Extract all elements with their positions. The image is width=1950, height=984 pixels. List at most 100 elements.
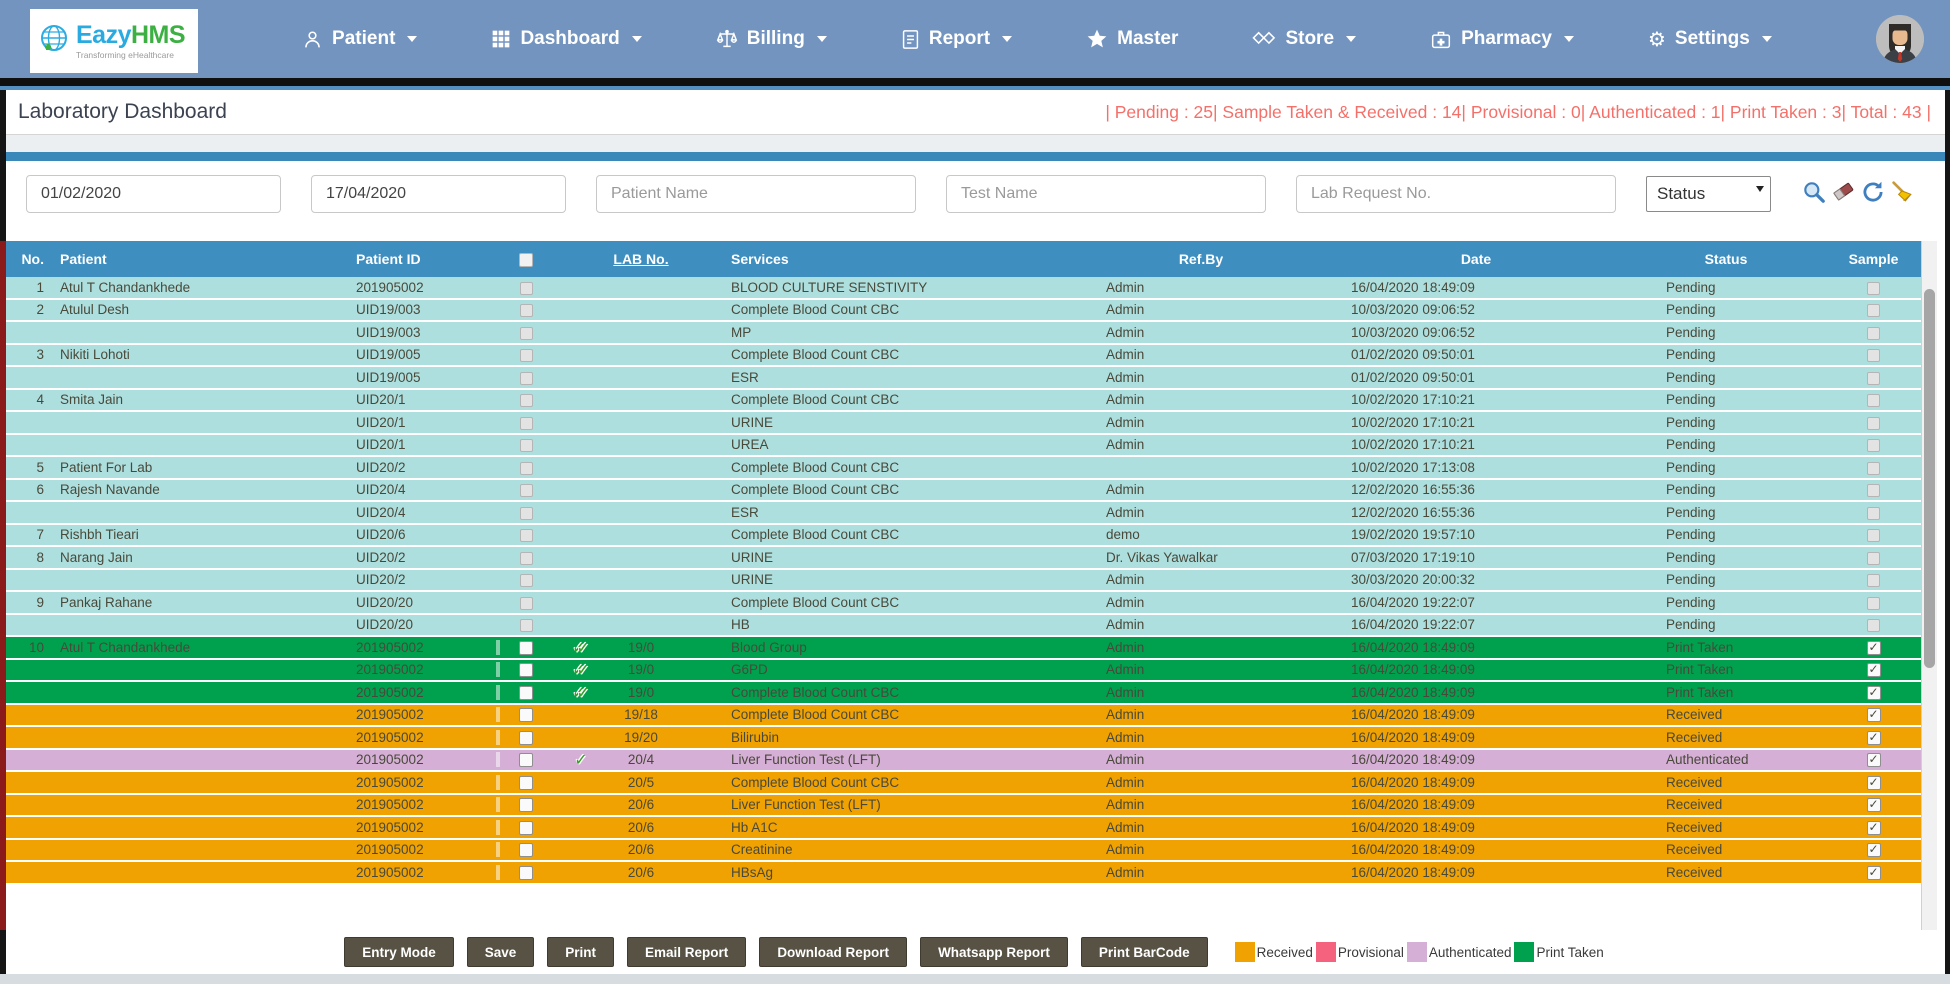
table-row[interactable]: 4 Smita Jain UID20/1 Complete Blood Coun… [6, 389, 1921, 412]
table-row[interactable]: UID20/4 ESR Admin 12/02/2020 16:55:36 Pe… [6, 502, 1921, 525]
row-select-checkbox[interactable] [519, 551, 533, 565]
table-row[interactable]: UID20/2 URINE Admin 30/03/2020 20:00:32 … [6, 569, 1921, 592]
patient-name-input[interactable] [596, 175, 916, 213]
status-dropdown[interactable]: Status [1646, 176, 1771, 212]
table-row[interactable]: 8 Narang Jain UID20/2 URINE Dr. Vikas Ya… [6, 547, 1921, 570]
footer-button-download-report[interactable]: Download Report [759, 937, 908, 967]
row-sample-checkbox[interactable] [1867, 349, 1880, 363]
footer-button-save[interactable]: Save [466, 937, 535, 967]
row-select-checkbox[interactable] [519, 461, 533, 475]
nav-item-pharmacy[interactable]: Pharmacy [1430, 28, 1574, 50]
row-select-checkbox[interactable] [519, 394, 533, 408]
row-sample-checkbox[interactable] [1867, 326, 1880, 340]
table-row[interactable]: 3 Nikiti Lohoti UID19/005 Complete Blood… [6, 344, 1921, 367]
row-sample-checkbox[interactable] [1867, 461, 1880, 475]
table-row[interactable]: UID20/1 URINE Admin 10/02/2020 17:10:21 … [6, 412, 1921, 435]
table-row[interactable]: 201905002 ✓✓ 19/0 Complete Blood Count C… [6, 682, 1921, 705]
row-sample-checkbox[interactable] [1867, 416, 1880, 430]
nav-item-dashboard[interactable]: Dashboard [491, 28, 642, 50]
row-sample-checkbox[interactable] [1866, 707, 1881, 723]
row-select-checkbox[interactable] [519, 484, 533, 498]
row-sample-checkbox[interactable] [1867, 619, 1880, 633]
row-select-checkbox[interactable] [519, 663, 533, 678]
table-row[interactable]: 5 Patient For Lab UID20/2 Complete Blood… [6, 457, 1921, 480]
table-row[interactable]: 6 Rajesh Navande UID20/4 Complete Blood … [6, 479, 1921, 502]
eraser-icon[interactable] [1831, 179, 1856, 209]
table-row[interactable]: UID19/005 ESR Admin 01/02/2020 09:50:01 … [6, 367, 1921, 390]
row-select-checkbox[interactable] [519, 596, 533, 610]
test-name-input[interactable] [946, 175, 1266, 213]
row-sample-checkbox[interactable] [1866, 865, 1881, 880]
row-sample-checkbox[interactable] [1866, 752, 1881, 768]
table-row[interactable]: 2 Atulul Desh UID19/003 Complete Blood C… [6, 299, 1921, 322]
row-select-checkbox[interactable] [519, 326, 533, 340]
table-scrollbar[interactable] [1921, 241, 1937, 930]
broom-icon[interactable] [1890, 179, 1915, 209]
table-row[interactable]: 7 Rishbh Tieari UID20/6 Complete Blood C… [6, 524, 1921, 547]
table-row[interactable]: 201905002 20/6 HBsAg Admin 16/04/2020 18… [6, 862, 1921, 885]
footer-button-entry-mode[interactable]: Entry Mode [344, 937, 454, 967]
date-from-input[interactable] [26, 175, 281, 213]
row-sample-checkbox[interactable] [1867, 281, 1880, 295]
row-sample-checkbox[interactable] [1867, 506, 1880, 520]
row-select-checkbox[interactable] [519, 775, 533, 790]
user-avatar[interactable] [1876, 15, 1924, 63]
row-select-checkbox[interactable] [519, 574, 533, 588]
table-row[interactable]: UID20/1 UREA Admin 10/02/2020 17:10:21 P… [6, 434, 1921, 457]
table-row[interactable]: 201905002 ✓✓ 19/0 G6PD Admin 16/04/2020 … [6, 659, 1921, 682]
row-sample-checkbox[interactable] [1867, 439, 1880, 453]
row-select-checkbox[interactable] [519, 439, 533, 453]
row-select-checkbox[interactable] [519, 708, 533, 723]
row-sample-checkbox[interactable] [1866, 842, 1881, 858]
table-row[interactable]: 201905002 ✓ 20/4 Liver Function Test (LF… [6, 749, 1921, 772]
row-select-checkbox[interactable] [519, 820, 533, 835]
row-select-checkbox[interactable] [519, 506, 533, 520]
row-select-checkbox[interactable] [519, 371, 533, 385]
table-row[interactable]: UID20/20 HB Admin 16/04/2020 19:22:07 Pe… [6, 614, 1921, 637]
footer-button-email-report[interactable]: Email Report [627, 937, 747, 967]
scrollbar-thumb[interactable] [1924, 289, 1935, 669]
row-sample-checkbox[interactable] [1866, 640, 1881, 655]
table-row[interactable]: UID19/003 MP Admin 10/03/2020 09:06:52 P… [6, 322, 1921, 345]
search-icon[interactable] [1801, 179, 1827, 210]
footer-button-print-barcode[interactable]: Print BarCode [1080, 937, 1208, 967]
row-sample-checkbox[interactable] [1867, 304, 1880, 318]
row-select-checkbox[interactable] [519, 843, 533, 858]
nav-item-billing[interactable]: Billing [716, 28, 827, 50]
row-sample-checkbox[interactable] [1866, 797, 1881, 813]
footer-button-print[interactable]: Print [547, 937, 615, 967]
app-logo[interactable]: EazyHMS Transforming eHealthcare [30, 9, 198, 73]
table-row[interactable]: 201905002 20/6 Hb A1C Admin 16/04/2020 1… [6, 817, 1921, 840]
nav-item-report[interactable]: Report [901, 28, 1013, 50]
nav-item-master[interactable]: Master [1086, 28, 1178, 50]
row-sample-checkbox[interactable] [1867, 596, 1880, 610]
row-select-checkbox[interactable] [519, 619, 533, 633]
lab-request-input[interactable] [1296, 175, 1616, 213]
row-select-checkbox[interactable] [519, 416, 533, 430]
row-select-checkbox[interactable] [519, 349, 533, 363]
row-sample-checkbox[interactable] [1866, 685, 1881, 700]
lab-no-sort-link[interactable]: LAB No. [613, 251, 668, 267]
footer-button-whatsapp-report[interactable]: Whatsapp Report [920, 937, 1068, 967]
row-sample-checkbox[interactable] [1866, 820, 1881, 835]
row-select-checkbox[interactable] [519, 640, 533, 655]
select-all-checkbox[interactable] [519, 253, 533, 268]
row-select-checkbox[interactable] [519, 529, 533, 543]
row-select-checkbox[interactable] [519, 281, 533, 295]
table-row[interactable]: 201905002 20/6 Creatinine Admin 16/04/20… [6, 839, 1921, 862]
row-sample-checkbox[interactable] [1867, 529, 1880, 543]
nav-item-settings[interactable]: ⚙ Settings [1648, 28, 1772, 50]
row-sample-checkbox[interactable] [1867, 551, 1880, 565]
row-sample-checkbox[interactable] [1866, 775, 1881, 790]
row-sample-checkbox[interactable] [1867, 484, 1880, 498]
row-sample-checkbox[interactable] [1866, 662, 1881, 678]
row-sample-checkbox[interactable] [1866, 730, 1881, 745]
row-select-checkbox[interactable] [519, 685, 533, 700]
row-sample-checkbox[interactable] [1867, 371, 1880, 385]
row-sample-checkbox[interactable] [1867, 574, 1880, 588]
table-row[interactable]: 201905002 20/6 Liver Function Test (LFT)… [6, 794, 1921, 817]
table-row[interactable]: 9 Pankaj Rahane UID20/20 Complete Blood … [6, 592, 1921, 615]
table-row[interactable]: 201905002 19/18 Complete Blood Count CBC… [6, 704, 1921, 727]
row-select-checkbox[interactable] [519, 304, 533, 318]
row-select-checkbox[interactable] [519, 730, 533, 745]
